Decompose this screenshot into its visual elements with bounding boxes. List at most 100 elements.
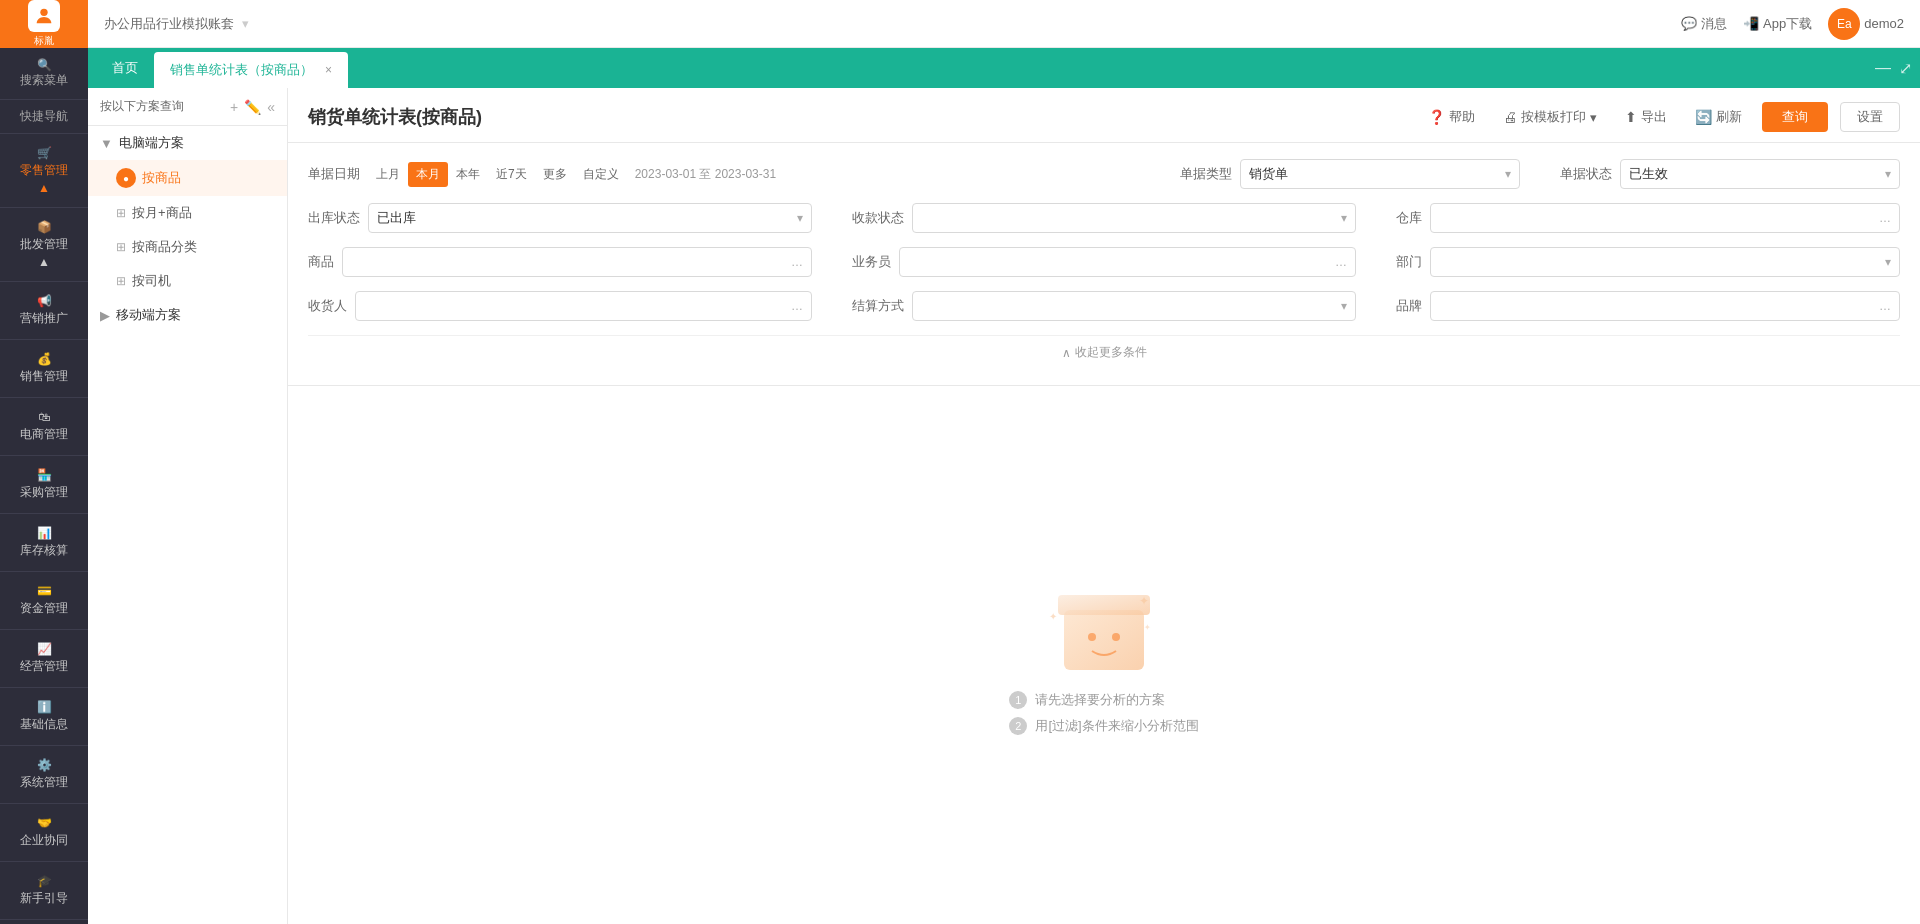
query-button[interactable]: 查询 <box>1762 102 1828 132</box>
scheme-mobile-label: 移动端方案 <box>116 306 181 324</box>
sidebar-item-finance[interactable]: 💳 资金管理 <box>0 572 88 630</box>
tab-bar: 首页 销售单统计表（按商品） × — ⤢ <box>88 48 1920 88</box>
user-profile[interactable]: Ea demo2 <box>1828 8 1904 40</box>
sales-icon: 💰 <box>37 352 52 366</box>
logo-icon <box>28 0 60 32</box>
filter-row-3: 商品 … 业务员 … 部门 <box>308 247 1900 277</box>
sidebar-item-system[interactable]: ⚙️ 系统管理 <box>0 746 88 804</box>
receive-status-label: 收款状态 <box>852 209 904 227</box>
salesperson-dots: … <box>1335 255 1347 269</box>
sidebar-item-retail[interactable]: 🛒 零售管理 ▲ <box>0 134 88 208</box>
scheme-mobile-arrow: ▶ <box>100 308 110 323</box>
sidebar-item-wholesale[interactable]: 📦 批发管理 ▲ <box>0 208 88 282</box>
doc-status-select[interactable]: 已生效 ▾ <box>1620 159 1900 189</box>
sidebar-item-inventory[interactable]: 📊 库存核算 <box>0 514 88 572</box>
help-btn[interactable]: ❓ 帮助 <box>1420 104 1483 130</box>
date-tab-7days[interactable]: 近7天 <box>488 162 535 187</box>
search-menu[interactable]: 🔍 搜索菜单 <box>0 48 88 100</box>
scheme-mobile-parent[interactable]: ▶ 移动端方案 <box>88 298 287 332</box>
wholesale-arrow: ▲ <box>38 255 50 269</box>
sidebar-item-enterprise[interactable]: 🤝 企业协同 <box>0 804 88 862</box>
message-btn[interactable]: 💬 消息 <box>1681 15 1727 33</box>
collapse-label: 收起更多条件 <box>1075 344 1147 361</box>
receive-status-select[interactable]: ▾ <box>912 203 1356 233</box>
receive-status-arrow: ▾ <box>1341 211 1347 225</box>
export-btn[interactable]: ⬆ 导出 <box>1617 104 1675 130</box>
collapse-btn[interactable]: ∧ 收起更多条件 <box>1062 344 1147 361</box>
tab-minimize-icon[interactable]: — <box>1875 59 1891 78</box>
tab-maximize-icon[interactable]: ⤢ <box>1899 59 1912 78</box>
main-area: 办公用品行业模拟账套 ▾ 💬 消息 📲 App下载 Ea demo2 首页 <box>88 0 1920 924</box>
collapse-left-icon[interactable]: « <box>267 99 275 115</box>
industry-name: 办公用品行业模拟账套 <box>104 15 234 33</box>
brand-select[interactable]: … <box>1430 291 1900 321</box>
breadcrumb-separator: ▾ <box>242 16 249 31</box>
sidebar-item-label-purchase: 采购管理 <box>20 484 68 501</box>
scheme-child-by-product[interactable]: ● 按商品 <box>88 160 287 196</box>
filter-row-1: 单据日期 上月 本月 本年 近7天 更多 自定义 2023-03-01 至 20… <box>308 159 1900 189</box>
date-tab-custom[interactable]: 自定义 <box>575 162 627 187</box>
scheme-child-cashier[interactable]: ⊞ 按司机 <box>88 264 287 298</box>
doc-type-select[interactable]: 销货单 ▾ <box>1240 159 1520 189</box>
cashier-icon: ⊞ <box>116 274 126 288</box>
quick-nav[interactable]: 快捷导航 <box>0 100 88 134</box>
add-scheme-btn[interactable]: + <box>230 99 238 115</box>
breadcrumb: 办公用品行业模拟账套 ▾ <box>104 15 249 33</box>
refresh-btn[interactable]: 🔄 刷新 <box>1687 104 1750 130</box>
tab-close-icon[interactable]: × <box>325 63 332 77</box>
warehouse-select[interactable]: … <box>1430 203 1900 233</box>
consignee-label: 收货人 <box>308 297 347 315</box>
sidebar-item-ecommerce[interactable]: 🛍 电商管理 <box>0 398 88 456</box>
app-download-btn[interactable]: 📲 App下载 <box>1743 15 1812 33</box>
svg-point-4 <box>1112 633 1120 641</box>
empty-text: 1 请先选择要分析的方案 2 用[过滤]条件来缩小分析范围 <box>1009 691 1198 735</box>
filter-brand-field: 品牌 … <box>1396 291 1900 321</box>
out-status-select[interactable]: 已出库 ▾ <box>368 203 812 233</box>
quick-nav-label: 快捷导航 <box>0 108 88 125</box>
scheme-pc-parent[interactable]: ▼ 电脑端方案 <box>88 126 287 160</box>
template-print-btn[interactable]: 🖨 按模板打印 ▾ <box>1495 104 1605 130</box>
tip-2-label: 用[过滤]条件来缩小分析范围 <box>1035 717 1198 735</box>
product-dots: … <box>791 255 803 269</box>
username: demo2 <box>1864 16 1904 31</box>
tip-num-2: 2 <box>1009 717 1027 735</box>
out-status-value: 已出库 <box>377 209 416 227</box>
settings-button[interactable]: 设置 <box>1840 102 1900 132</box>
department-select[interactable]: ▾ <box>1430 247 1900 277</box>
date-tab-more[interactable]: 更多 <box>535 162 575 187</box>
sidebar-item-operations[interactable]: 📈 经营管理 <box>0 630 88 688</box>
date-tab-this-year[interactable]: 本年 <box>448 162 488 187</box>
sidebar-item-apps[interactable]: 📱 应用中心 <box>0 920 88 924</box>
date-tab-this-month[interactable]: 本月 <box>408 162 448 187</box>
sidebar-item-label-system: 系统管理 <box>20 774 68 791</box>
edit-scheme-icon[interactable]: ✏️ <box>244 99 261 115</box>
scheme-child-month-product[interactable]: ⊞ 按月+商品 <box>88 196 287 230</box>
salesperson-select[interactable]: … <box>899 247 1356 277</box>
svg-text:✦: ✦ <box>1049 611 1057 622</box>
sidebar-item-label-marketing: 营销推广 <box>20 310 68 327</box>
sidebar-item-purchase[interactable]: 🏪 采购管理 <box>0 456 88 514</box>
scheme-category-label: 按商品分类 <box>132 238 197 256</box>
product-select[interactable]: … <box>342 247 812 277</box>
svg-text:✦: ✦ <box>1144 623 1151 632</box>
empty-tip-2: 2 用[过滤]条件来缩小分析范围 <box>1009 717 1198 735</box>
print-icon: 🖨 <box>1503 109 1517 125</box>
tab-active[interactable]: 销售单统计表（按商品） × <box>154 52 348 88</box>
filter-doc-type-field: 单据类型 销货单 ▾ <box>1180 159 1520 189</box>
scheme-pc-arrow: ▼ <box>100 136 113 151</box>
sidebar-item-sales[interactable]: 💰 销售管理 <box>0 340 88 398</box>
date-tabs: 上月 本月 本年 近7天 更多 自定义 <box>368 162 627 187</box>
sidebar-item-marketing[interactable]: 📢 营销推广 <box>0 282 88 340</box>
sidebar-item-basic[interactable]: ℹ️ 基础信息 <box>0 688 88 746</box>
consignee-select[interactable]: … <box>355 291 812 321</box>
tab-bar-right: — ⤢ <box>1875 59 1912 78</box>
scheme-child-category[interactable]: ⊞ 按商品分类 <box>88 230 287 264</box>
sidebar-item-label-wholesale: 批发管理 <box>20 236 68 253</box>
tab-home[interactable]: 首页 <box>96 48 154 88</box>
sidebar-item-guide[interactable]: 🎓 新手引导 <box>0 862 88 920</box>
month-product-icon: ⊞ <box>116 206 126 220</box>
svg-point-3 <box>1088 633 1096 641</box>
payment-select[interactable]: ▾ <box>912 291 1356 321</box>
date-tab-last-month[interactable]: 上月 <box>368 162 408 187</box>
svg-point-0 <box>40 9 47 16</box>
